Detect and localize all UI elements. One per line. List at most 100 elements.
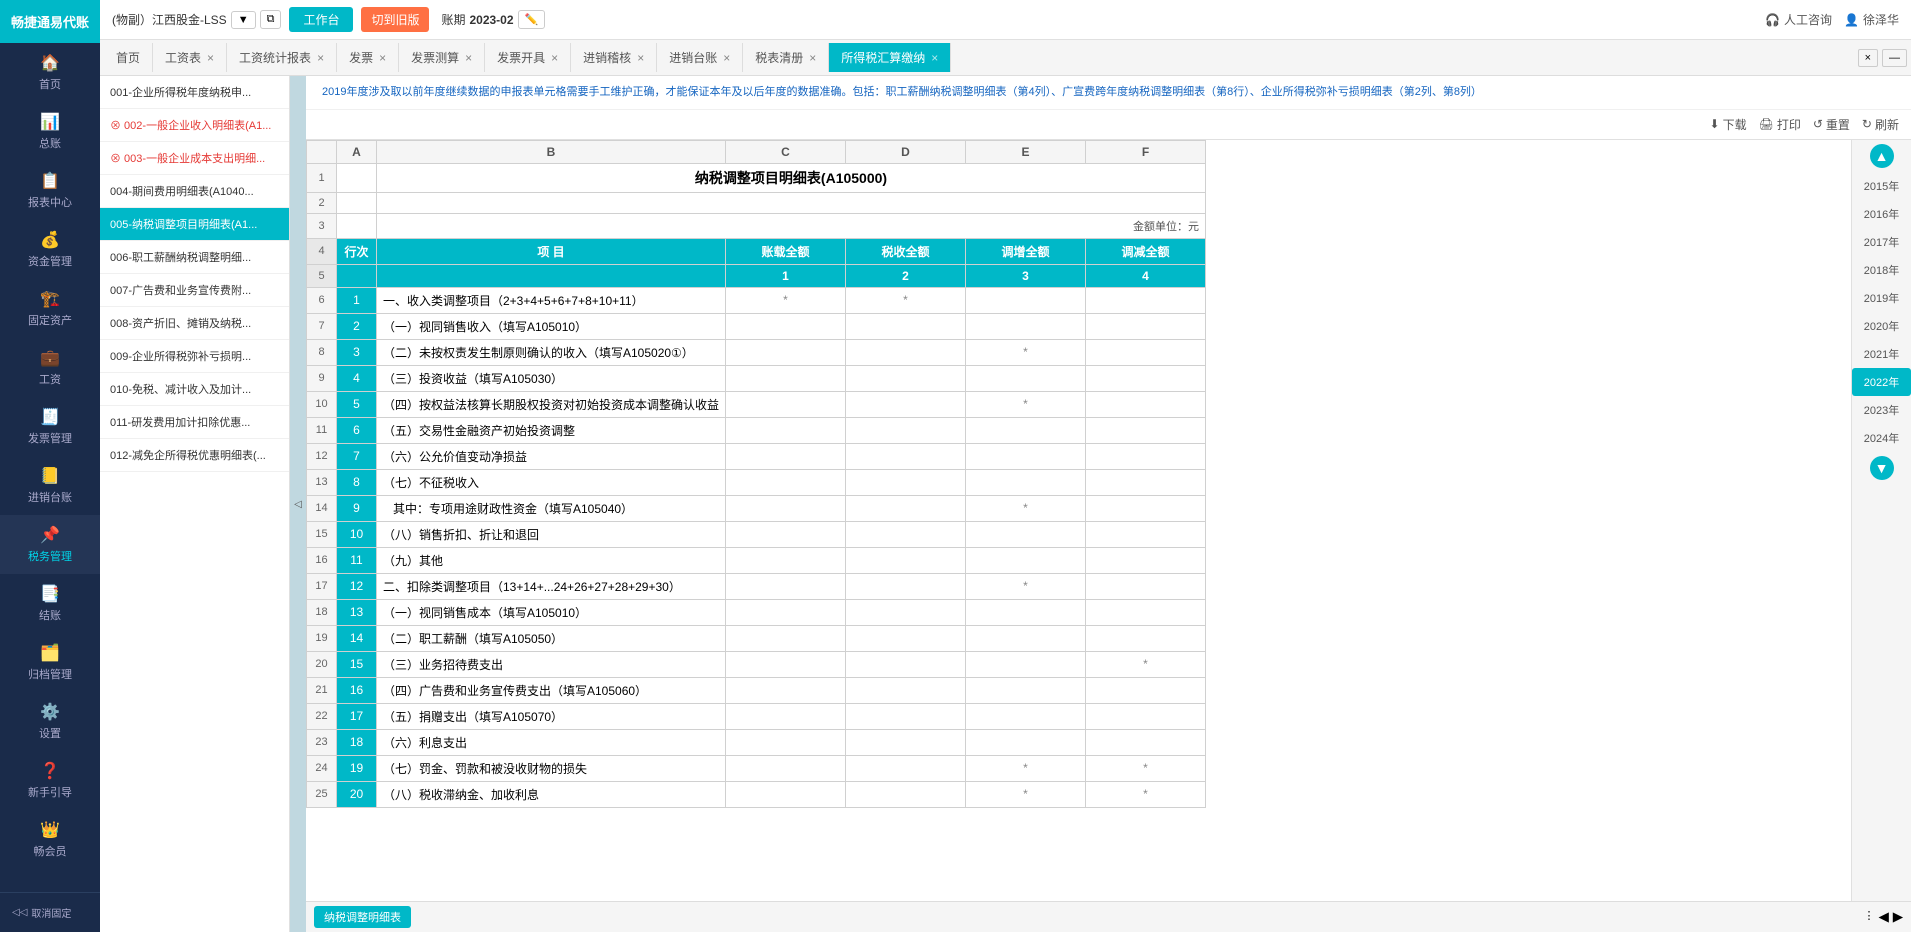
tab-invoice-calc[interactable]: 发票测算 × xyxy=(399,43,485,72)
period-value: 2023-02 xyxy=(469,13,513,27)
year-2018[interactable]: 2018年 xyxy=(1852,256,1911,284)
company-dropdown-btn[interactable]: ▼ xyxy=(231,11,256,29)
tab-close-ledger[interactable]: × xyxy=(723,51,730,65)
left-item-001[interactable]: 001-企业所得税年度纳税申... xyxy=(100,76,289,109)
tab-close-audit[interactable]: × xyxy=(637,51,644,65)
print-btn[interactable]: 🖨 打印 xyxy=(1759,116,1801,133)
left-item-012[interactable]: 012-减免企所得税优惠明细表(... xyxy=(100,439,289,472)
year-2019[interactable]: 2019年 xyxy=(1852,284,1911,312)
sidebar-item-salary[interactable]: 💼 工资 xyxy=(0,338,100,397)
close-all-btn[interactable]: × xyxy=(1858,49,1878,67)
year-up-btn[interactable]: ▲ xyxy=(1870,144,1894,168)
download-btn[interactable]: ⬇ 下载 xyxy=(1710,116,1747,133)
sidebar-item-label: 设置 xyxy=(39,725,61,741)
sidebar-item-assets[interactable]: 🏗️ 固定资产 xyxy=(0,279,100,338)
vip-icon: 👑 xyxy=(40,820,60,840)
minimize-btn[interactable]: — xyxy=(1882,49,1907,67)
sidebar-item-label: 归档管理 xyxy=(28,666,72,682)
bottom-tab-adjust[interactable]: 纳税调整明细表 xyxy=(314,906,411,928)
pin-icon: ◁◁ xyxy=(12,907,27,918)
table-row: 10 5 （四）按权益法核算长期股权投资对初始投资成本调整确认收益 * xyxy=(307,391,1206,417)
sidebar-item-settings[interactable]: ⚙️ 设置 xyxy=(0,692,100,751)
sidebar-item-sales[interactable]: 📒 进销台账 xyxy=(0,456,100,515)
switch-old-button[interactable]: 切到旧版 xyxy=(361,7,429,32)
company-copy-btn[interactable]: ⧉ xyxy=(260,10,282,29)
table-row: 20 15 （三）业务招待费支出 * xyxy=(307,651,1206,677)
tab-invoice[interactable]: 发票 × xyxy=(337,43,399,72)
sidebar-item-archive[interactable]: 🗂️ 归档管理 xyxy=(0,633,100,692)
table-row: 7 2 （一）视同销售收入（填写A105010） xyxy=(307,313,1206,339)
workbench-button[interactable]: 工作台 xyxy=(289,7,353,32)
unpin-button[interactable]: ◁◁ 取消固定 xyxy=(8,901,92,924)
left-item-005[interactable]: 005-纳税调整项目明细表(A1... xyxy=(100,208,289,241)
tab-close-salary-stats[interactable]: × xyxy=(317,51,324,65)
support-btn[interactable]: 🎧 人工咨询 xyxy=(1765,11,1832,28)
table-row: 15 10 （八）销售折扣、折让和退回 xyxy=(307,521,1206,547)
left-item-007[interactable]: 007-广告费和业务宣传费附... xyxy=(100,274,289,307)
table-row: 22 17 （五）捐赠支出（填写A105070） xyxy=(307,703,1206,729)
close-icon: 📑 xyxy=(40,584,60,604)
bottom-scroll: ⋮ ◀ ▶ xyxy=(1864,909,1904,925)
left-item-004[interactable]: 004-期间费用明细表(A1040... xyxy=(100,175,289,208)
funds-icon: 💰 xyxy=(40,230,60,250)
reset-btn[interactable]: ↺ 重置 xyxy=(1813,116,1850,133)
refresh-btn[interactable]: ↻ 刷新 xyxy=(1862,116,1899,133)
tab-income-tax[interactable]: 所得税汇算缴纳 × xyxy=(829,43,951,72)
tab-audit[interactable]: 进销稽核 × xyxy=(571,43,657,72)
tab-tax-list[interactable]: 税表清册 × xyxy=(743,43,829,72)
sidebar-item-label: 资金管理 xyxy=(28,253,72,269)
sidebar-item-ledger[interactable]: 📊 总账 xyxy=(0,102,100,161)
sidebar-item-label: 首页 xyxy=(39,76,61,92)
year-down-btn[interactable]: ▼ xyxy=(1870,456,1894,480)
sidebar-item-guide[interactable]: ❓ 新手引导 xyxy=(0,751,100,810)
tab-salary-stats[interactable]: 工资统计报表 × xyxy=(227,43,337,72)
tab-close-salary[interactable]: × xyxy=(207,51,214,65)
col-header-D: D xyxy=(846,140,966,163)
left-item-008[interactable]: 008-资产折旧、摊销及纳税... xyxy=(100,307,289,340)
col-header-project: 项 目 xyxy=(377,238,726,264)
year-2022[interactable]: 2022年 xyxy=(1852,368,1911,396)
sidebar-item-report[interactable]: 📋 报表中心 xyxy=(0,161,100,220)
year-2017[interactable]: 2017年 xyxy=(1852,228,1911,256)
left-item-010[interactable]: 010-免税、减计收入及加计... xyxy=(100,373,289,406)
scroll-right-btn[interactable]: ▶ xyxy=(1893,909,1903,925)
tab-close-income-tax[interactable]: × xyxy=(931,51,938,65)
sidebar-item-label: 结账 xyxy=(39,607,61,623)
tab-invoice-open[interactable]: 发票开具 × xyxy=(485,43,571,72)
left-item-003[interactable]: ⊗ 003-一般企业成本支出明细... xyxy=(100,142,289,175)
sidebar-item-close[interactable]: 📑 结账 xyxy=(0,574,100,633)
avatar-icon: 👤 xyxy=(1844,13,1859,27)
sidebar-item-home[interactable]: 🏠 首页 xyxy=(0,43,100,102)
year-2024[interactable]: 2024年 xyxy=(1852,424,1911,452)
period-selector: 账期 2023-02 ✏️ xyxy=(441,10,545,29)
year-2016[interactable]: 2016年 xyxy=(1852,200,1911,228)
left-item-002[interactable]: ⊗ 002-一般企业收入明细表(A1... xyxy=(100,109,289,142)
scroll-left-btn[interactable]: ◀ xyxy=(1879,909,1889,925)
year-2023[interactable]: 2023年 xyxy=(1852,396,1911,424)
tab-ledger[interactable]: 进销台账 × xyxy=(657,43,743,72)
year-2020[interactable]: 2020年 xyxy=(1852,312,1911,340)
table-row: 1 纳税调整项目明细表(A105000) xyxy=(307,163,1206,192)
table-row: 2 xyxy=(307,192,1206,213)
period-edit-btn[interactable]: ✏️ xyxy=(518,10,546,29)
year-2021[interactable]: 2021年 xyxy=(1852,340,1911,368)
sidebar-item-invoice[interactable]: 🧾 发票管理 xyxy=(0,397,100,456)
tab-close-invoice-open[interactable]: × xyxy=(551,51,558,65)
year-2015[interactable]: 2015年 xyxy=(1852,172,1911,200)
tab-home[interactable]: 首页 xyxy=(104,43,153,72)
table-title: 纳税调整项目明细表(A105000) xyxy=(377,163,1206,192)
sidebar-item-funds[interactable]: 💰 资金管理 xyxy=(0,220,100,279)
left-item-006[interactable]: 006-职工薪酬纳税调整明细... xyxy=(100,241,289,274)
tab-close-invoice-calc[interactable]: × xyxy=(465,51,472,65)
app-logo: 畅捷通易代账 xyxy=(0,0,100,43)
left-item-011[interactable]: 011-研发费用加计扣除优惠... xyxy=(100,406,289,439)
sidebar-item-tax[interactable]: 📌 税务管理 xyxy=(0,515,100,574)
panel-collapse-btn[interactable]: ◁ xyxy=(290,76,306,932)
tab-salary[interactable]: 工资表 × xyxy=(153,43,227,72)
sidebar-item-vip[interactable]: 👑 畅会员 xyxy=(0,810,100,869)
tab-close-invoice[interactable]: × xyxy=(379,51,386,65)
user-menu[interactable]: 👤 徐泽华 xyxy=(1844,11,1899,28)
tab-close-tax-list[interactable]: × xyxy=(809,51,816,65)
table-row: 14 9 其中：专项用途财政性资金（填写A105040） * xyxy=(307,495,1206,521)
left-item-009[interactable]: 009-企业所得税弥补亏损明... xyxy=(100,340,289,373)
